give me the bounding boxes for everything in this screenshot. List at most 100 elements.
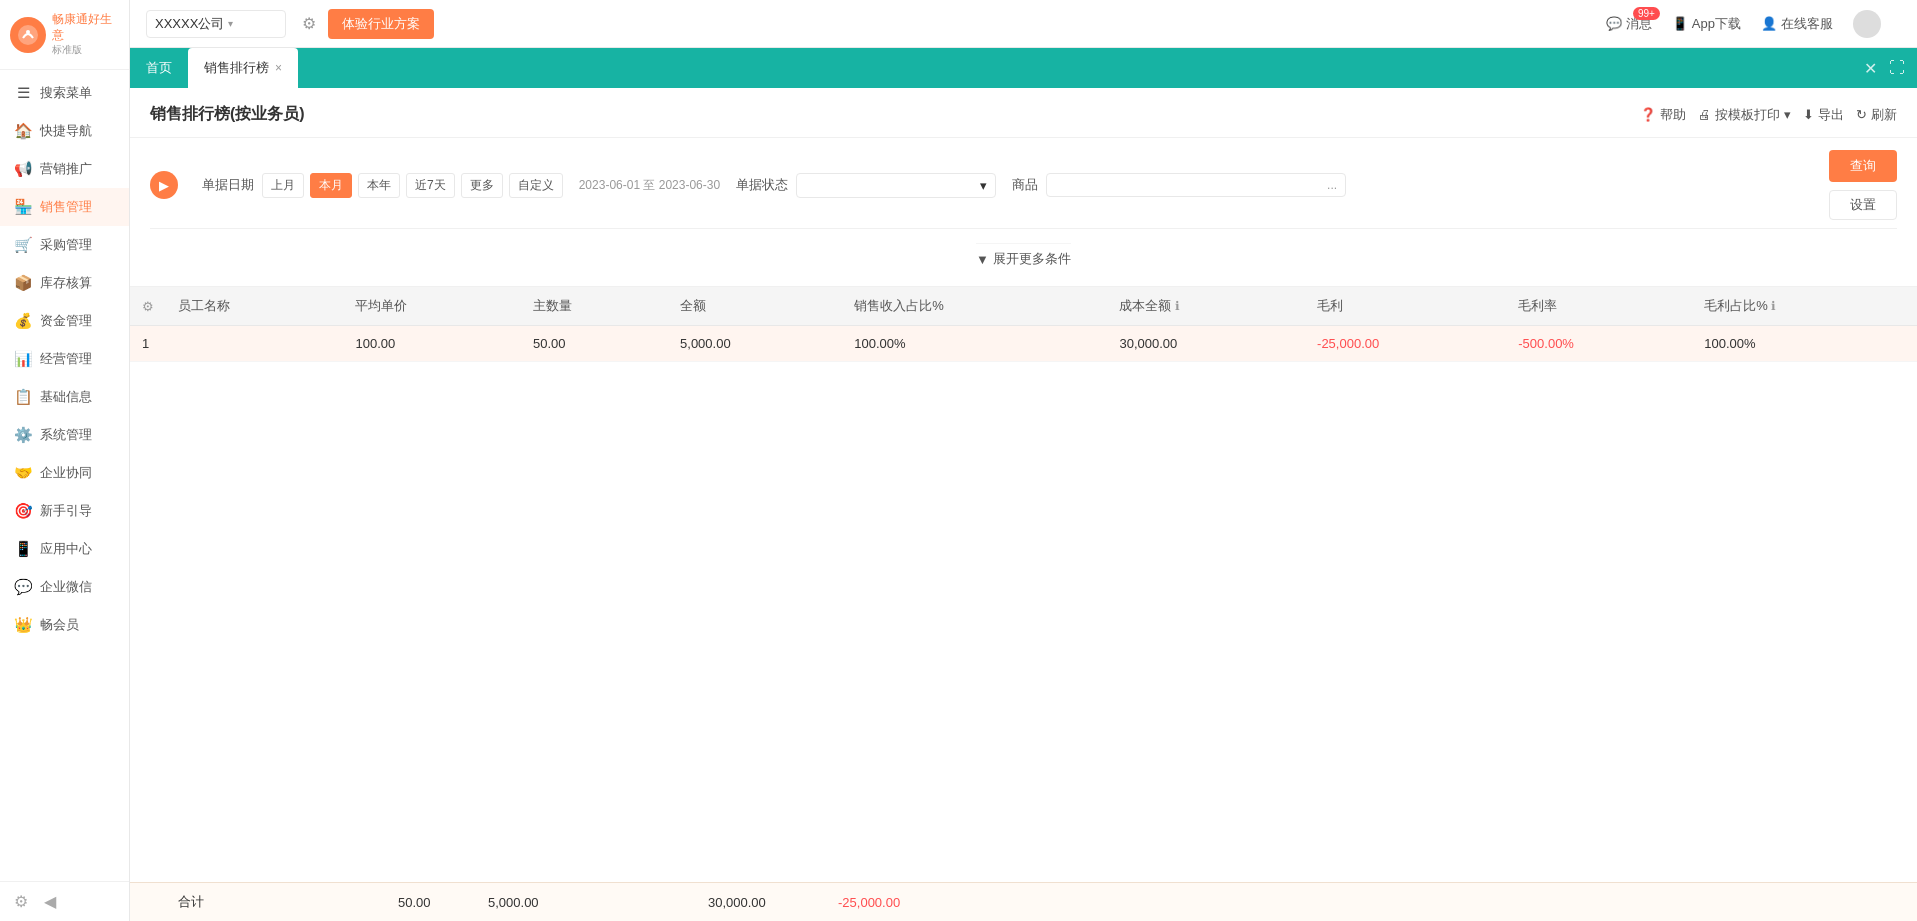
cell-amount: 5,000.00: [668, 326, 842, 362]
status-chevron-icon: ▾: [980, 178, 987, 193]
sidebar-item-operation[interactable]: 📊 经营管理: [0, 340, 129, 378]
footer-amount-cell: 5,000.00: [488, 895, 598, 910]
sidebar-item-enterprise-wechat[interactable]: 💬 企业微信: [0, 568, 129, 606]
sidebar-item-guide[interactable]: 🎯 新手引导: [0, 492, 129, 530]
footer-qty-cell: 50.00: [398, 895, 488, 910]
more-filter-icon[interactable]: ...: [1327, 178, 1337, 192]
table-row: 1 100.00 50.00 5,000.00 100.00% 30,000.0…: [130, 326, 1917, 362]
date-filter-buttons: 上月 本月 本年 近7天 更多 自定义: [262, 173, 563, 198]
expand-chevron-icon: ▼: [976, 252, 989, 267]
finance-icon: 💰: [14, 312, 32, 330]
sidebar-item-marketing[interactable]: 📢 营销推广: [0, 150, 129, 188]
app-download-action[interactable]: 📱 App下载: [1672, 15, 1741, 33]
sidebar-item-inventory[interactable]: 📦 库存核算: [0, 264, 129, 302]
sidebar: 畅康通好生意 标准版 ☰ 搜索菜单 🏠 快捷导航 📢 营销推广 🏪 销售管理 🛒…: [0, 0, 130, 921]
tabbar-close-icon[interactable]: ✕: [1864, 59, 1877, 78]
cell-gross: -25,000.00: [1305, 326, 1506, 362]
sidebar-item-app-center[interactable]: 📱 应用中心: [0, 530, 129, 568]
settings-button[interactable]: 设置: [1829, 190, 1897, 220]
status-select[interactable]: ▾: [796, 173, 996, 198]
date-custom-btn[interactable]: 自定义: [509, 173, 563, 198]
inventory-icon: 📦: [14, 274, 32, 292]
message-action[interactable]: 💬 消息 99+: [1606, 15, 1652, 33]
export-button[interactable]: ⬇ 导出: [1803, 106, 1844, 124]
tabbar: 首页 销售排行榜 × ✕ ⛶: [130, 48, 1917, 88]
online-service-icon: 👤: [1761, 16, 1777, 31]
cell-sales-pct: 100.00%: [842, 326, 1107, 362]
sidebar-item-system[interactable]: ⚙️ 系统管理: [0, 416, 129, 454]
sidebar-bottom: ⚙ ◀: [0, 881, 129, 921]
trial-button[interactable]: 体验行业方案: [328, 9, 434, 39]
date-this-month-btn[interactable]: 本月: [310, 173, 352, 198]
footer-label-cell: 合计: [178, 893, 298, 911]
sidebar-label-system: 系统管理: [40, 426, 92, 444]
sidebar-label-basic-info: 基础信息: [40, 388, 92, 406]
user-avatar[interactable]: [1853, 10, 1881, 38]
footer-gross-cell: -25,000.00: [838, 895, 948, 910]
sidebar-label-app-center: 应用中心: [40, 540, 92, 558]
data-table: ⚙ 员工名称 平均单价 主数量 全额 销售收入占比% 成本全额 ℹ 毛利 毛利率: [130, 287, 1917, 362]
forward-button[interactable]: ▶: [150, 171, 178, 199]
tab-close-icon[interactable]: ×: [275, 61, 282, 75]
tab-sales-ranking[interactable]: 销售排行榜 ×: [188, 48, 298, 88]
help-button[interactable]: ❓ 帮助: [1640, 106, 1686, 124]
date-more-btn[interactable]: 更多: [461, 173, 503, 198]
company-select[interactable]: XXXXX公司 ▾: [146, 10, 286, 38]
cell-avg-price: 100.00: [343, 326, 520, 362]
purchase-icon: 🛒: [14, 236, 32, 254]
member-icon: 👑: [14, 616, 32, 634]
message-icon: 💬: [1606, 16, 1622, 31]
status-filter: 单据状态 ▾: [736, 173, 996, 198]
query-button[interactable]: 查询: [1829, 150, 1897, 182]
online-service-action[interactable]: 👤 在线客服: [1761, 15, 1833, 33]
sidebar-label-enterprise-collab: 企业协同: [40, 464, 92, 482]
cell-name: [166, 326, 343, 362]
sidebar-item-sales[interactable]: 🏪 销售管理: [0, 188, 129, 226]
sidebar-item-purchase[interactable]: 🛒 采购管理: [0, 226, 129, 264]
guide-icon: 🎯: [14, 502, 32, 520]
date-last-month-btn[interactable]: 上月: [262, 173, 304, 198]
footer-qty: 50.00: [398, 895, 431, 910]
column-settings-icon[interactable]: ⚙: [142, 299, 154, 314]
sidebar-item-member[interactable]: 👑 畅会员: [0, 606, 129, 644]
th-gross-rate: 毛利率: [1506, 287, 1692, 326]
gross-pct-info-icon[interactable]: ℹ: [1771, 299, 1776, 313]
print-icon: 🖨: [1698, 107, 1711, 122]
th-cost: 成本全额 ℹ: [1107, 287, 1305, 326]
sidebar-item-quick-nav[interactable]: 🏠 快捷导航: [0, 112, 129, 150]
online-service-label: 在线客服: [1781, 15, 1833, 33]
basic-info-icon: 📋: [14, 388, 32, 406]
footer-amount: 5,000.00: [488, 895, 539, 910]
quick-nav-icon: 🏠: [14, 122, 32, 140]
app-download-label: App下载: [1692, 15, 1741, 33]
sidebar-label-enterprise-wechat: 企业微信: [40, 578, 92, 596]
goods-input[interactable]: ...: [1046, 173, 1346, 197]
message-badge: 99+: [1633, 7, 1660, 20]
sidebar-item-finance[interactable]: 💰 资金管理: [0, 302, 129, 340]
print-button[interactable]: 🖨 按模板打印 ▾: [1698, 106, 1791, 124]
date-7days-btn[interactable]: 近7天: [406, 173, 455, 198]
refresh-button[interactable]: ↻ 刷新: [1856, 106, 1897, 124]
th-gross: 毛利: [1305, 287, 1506, 326]
company-settings-icon[interactable]: ⚙: [302, 14, 316, 33]
sidebar-label-marketing: 营销推广: [40, 160, 92, 178]
collapse-icon[interactable]: ◀: [44, 892, 56, 911]
table-body: 1 100.00 50.00 5,000.00 100.00% 30,000.0…: [130, 326, 1917, 362]
sidebar-item-basic-info[interactable]: 📋 基础信息: [0, 378, 129, 416]
system-icon: ⚙️: [14, 426, 32, 444]
tabbar-expand-icon[interactable]: ⛶: [1889, 59, 1905, 77]
marketing-icon: 📢: [14, 160, 32, 178]
cell-cost: 30,000.00: [1107, 326, 1305, 362]
tab-home[interactable]: 首页: [130, 48, 188, 88]
export-icon: ⬇: [1803, 107, 1814, 122]
date-this-year-btn[interactable]: 本年: [358, 173, 400, 198]
sidebar-item-enterprise-collab[interactable]: 🤝 企业协同: [0, 454, 129, 492]
settings-bottom-icon[interactable]: ⚙: [14, 892, 28, 911]
sidebar-label-search-order: 搜索菜单: [40, 84, 92, 102]
cost-info-icon[interactable]: ℹ: [1175, 299, 1180, 313]
app-download-icon: 📱: [1672, 16, 1688, 31]
status-filter-label: 单据状态: [736, 176, 788, 194]
expand-more-btn[interactable]: ▼ 展开更多条件: [976, 243, 1071, 274]
sidebar-item-search-order[interactable]: ☰ 搜索菜单: [0, 74, 129, 112]
date-range-display: 2023-06-01 至 2023-06-30: [579, 177, 720, 194]
